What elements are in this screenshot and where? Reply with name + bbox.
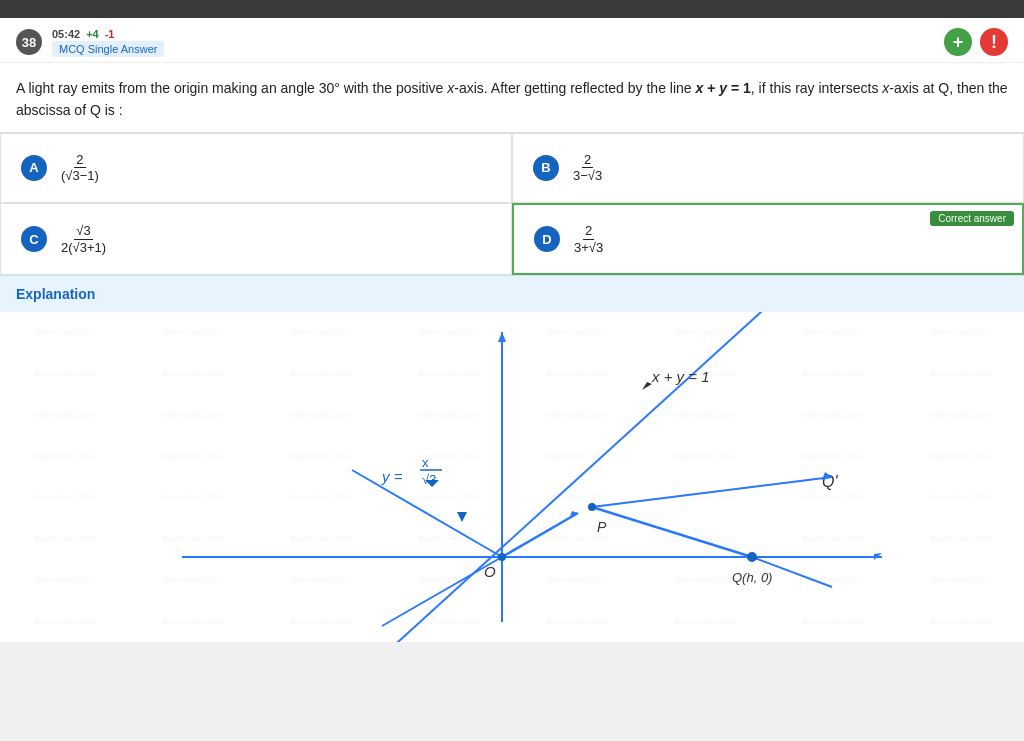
header-icons: + ! bbox=[944, 28, 1008, 56]
svg-point-18 bbox=[498, 553, 506, 561]
option-b[interactable]: B 23−√3 bbox=[512, 133, 1024, 203]
option-a-math: 2(√3−1) bbox=[59, 152, 101, 184]
svg-text:O: O bbox=[484, 563, 496, 580]
option-d-math: 23+√3 bbox=[572, 223, 605, 255]
option-a[interactable]: A 2(√3−1) bbox=[0, 133, 512, 203]
question-header: 38 05:42 +4 -1 MCQ Single Answer + ! bbox=[0, 18, 1024, 63]
alert-button[interactable]: ! bbox=[980, 28, 1008, 56]
svg-text:P: P bbox=[597, 519, 607, 535]
question-card: 38 05:42 +4 -1 MCQ Single Answer + ! A l… bbox=[0, 18, 1024, 642]
timing-row: 05:42 +4 -1 bbox=[52, 28, 164, 40]
svg-line-6 bbox=[502, 513, 578, 557]
svg-text:x + y = 1: x + y = 1 bbox=[651, 368, 710, 385]
question-meta: 38 05:42 +4 -1 MCQ Single Answer bbox=[16, 28, 164, 56]
option-d[interactable]: Correct answer D 23+√3 bbox=[512, 203, 1024, 275]
option-c-letter: C bbox=[21, 226, 47, 252]
question-timing: 05:42 +4 -1 MCQ Single Answer bbox=[52, 28, 164, 56]
add-button[interactable]: + bbox=[944, 28, 972, 56]
question-text: A light ray emits from the origin making… bbox=[0, 63, 1024, 132]
question-type-badge: MCQ Single Answer bbox=[52, 41, 164, 57]
correct-answer-badge: Correct answer bbox=[930, 211, 1014, 226]
question-type-row: MCQ Single Answer bbox=[52, 40, 164, 56]
explanation-diagram: ExamGoal.COM ExamGoal.COM ExamGoal.COM E… bbox=[0, 312, 1024, 642]
svg-marker-26 bbox=[457, 512, 467, 522]
timing-time: 05:42 bbox=[52, 28, 80, 40]
timing-marks-neg: -1 bbox=[105, 28, 115, 40]
svg-point-20 bbox=[747, 552, 757, 562]
svg-line-11 bbox=[592, 507, 752, 557]
svg-marker-3 bbox=[498, 332, 506, 342]
explanation-label: Explanation bbox=[0, 275, 1024, 312]
svg-text:y =: y = bbox=[381, 468, 403, 485]
option-c[interactable]: C √32(√3+1) bbox=[0, 203, 512, 275]
option-a-letter: A bbox=[21, 155, 47, 181]
svg-line-13 bbox=[592, 477, 832, 507]
option-b-letter: B bbox=[533, 155, 559, 181]
svg-marker-28 bbox=[642, 382, 652, 390]
option-c-math: √32(√3+1) bbox=[59, 223, 108, 255]
options-grid: A 2(√3−1) B 23−√3 C √32(√3+1) Correct an… bbox=[0, 132, 1024, 275]
top-navigation-bar bbox=[0, 0, 1024, 18]
svg-text:x: x bbox=[422, 455, 429, 470]
option-d-letter: D bbox=[534, 226, 560, 252]
timing-marks-plus: +4 bbox=[86, 28, 99, 40]
question-number: 38 bbox=[16, 29, 42, 55]
svg-text:Q(h, 0): Q(h, 0) bbox=[732, 570, 772, 585]
svg-point-16 bbox=[588, 503, 596, 511]
option-b-math: 23−√3 bbox=[571, 152, 604, 184]
diagram-svg: Q' P O Q(h, 0) y = x √3 bbox=[0, 312, 1024, 642]
